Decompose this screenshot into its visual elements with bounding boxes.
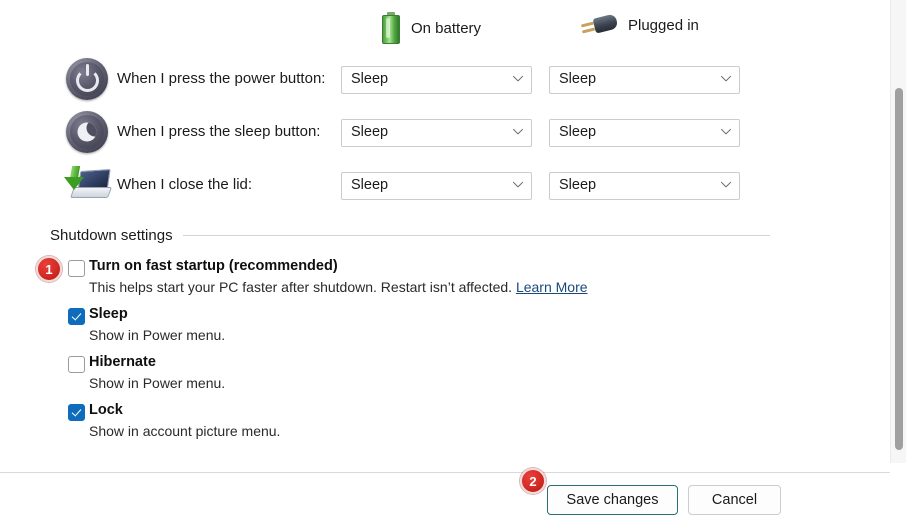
column-header-label: Plugged in: [628, 16, 699, 34]
option-title: Sleep: [89, 306, 128, 322]
option-title: Turn on fast startup (recommended): [89, 258, 338, 274]
setting-row-label: When I press the sleep button:: [117, 123, 321, 140]
chevron-down-icon: [721, 76, 730, 85]
option-description: Show in Power menu.: [89, 327, 226, 343]
fast-startup-checkbox[interactable]: [68, 260, 85, 277]
dropdown-value: Sleep: [559, 124, 597, 140]
sleep-checkbox[interactable]: [68, 308, 85, 325]
option-description: This helps start your PC faster after sh…: [89, 279, 588, 295]
column-header-on-battery: On battery: [382, 12, 481, 44]
dropdown-value: Sleep: [559, 71, 597, 87]
scrollbar-thumb[interactable]: [895, 88, 903, 450]
setting-row-close-lid: When I close the lid: Sleep Sleep: [0, 164, 906, 210]
option-title: Lock: [89, 402, 123, 418]
footer-divider: [0, 472, 890, 473]
option-title: Hibernate: [89, 354, 156, 370]
column-header-label: On battery: [411, 19, 482, 37]
section-divider: [182, 234, 770, 236]
vertical-scrollbar[interactable]: [890, 0, 906, 463]
close-lid-plugged-in-dropdown[interactable]: Sleep: [549, 172, 740, 200]
power-button-icon: [66, 58, 110, 102]
cancel-button[interactable]: Cancel: [688, 485, 781, 515]
shutdown-settings-section-header: Shutdown settings: [50, 225, 770, 245]
option-description: Show in Power menu.: [89, 375, 226, 391]
power-options-panel: On battery Plugged in When I press the p…: [0, 0, 906, 525]
annotation-badge-1: 1: [36, 256, 62, 282]
option-description: Show in account picture menu.: [89, 423, 281, 439]
lock-checkbox[interactable]: [68, 404, 85, 421]
laptop-lid-icon: [64, 164, 113, 208]
chevron-down-icon: [513, 182, 522, 191]
close-lid-on-battery-dropdown[interactable]: Sleep: [341, 172, 532, 200]
column-header-plugged-in: Plugged in: [580, 12, 699, 38]
chevron-down-icon: [721, 129, 730, 138]
option-description-text: This helps start your PC faster after sh…: [89, 279, 513, 295]
power-button-plugged-in-dropdown[interactable]: Sleep: [549, 66, 740, 94]
learn-more-link[interactable]: Learn More: [516, 279, 588, 295]
dropdown-value: Sleep: [559, 177, 597, 193]
chevron-down-icon: [721, 182, 730, 191]
section-title: Shutdown settings: [50, 226, 173, 244]
column-headers: On battery Plugged in: [341, 10, 761, 50]
sleep-button-on-battery-dropdown[interactable]: Sleep: [341, 119, 532, 147]
setting-row-sleep-button: When I press the sleep button: Sleep Sle…: [0, 111, 906, 157]
save-changes-button[interactable]: Save changes: [547, 485, 678, 515]
sleep-button-plugged-in-dropdown[interactable]: Sleep: [549, 119, 740, 147]
setting-row-label: When I close the lid:: [117, 176, 253, 193]
power-plug-icon: [580, 12, 619, 38]
chevron-down-icon: [513, 129, 522, 138]
setting-row-power-button: When I press the power button: Sleep Sle…: [0, 58, 906, 104]
battery-icon: [382, 12, 400, 44]
annotation-badge-2: 2: [520, 468, 546, 494]
dropdown-value: Sleep: [351, 124, 389, 140]
chevron-down-icon: [513, 76, 522, 85]
dropdown-value: Sleep: [351, 177, 389, 193]
power-button-on-battery-dropdown[interactable]: Sleep: [341, 66, 532, 94]
dropdown-value: Sleep: [351, 71, 389, 87]
hibernate-checkbox[interactable]: [68, 356, 85, 373]
setting-row-label: When I press the power button:: [117, 70, 326, 87]
sleep-button-icon: [66, 111, 110, 155]
